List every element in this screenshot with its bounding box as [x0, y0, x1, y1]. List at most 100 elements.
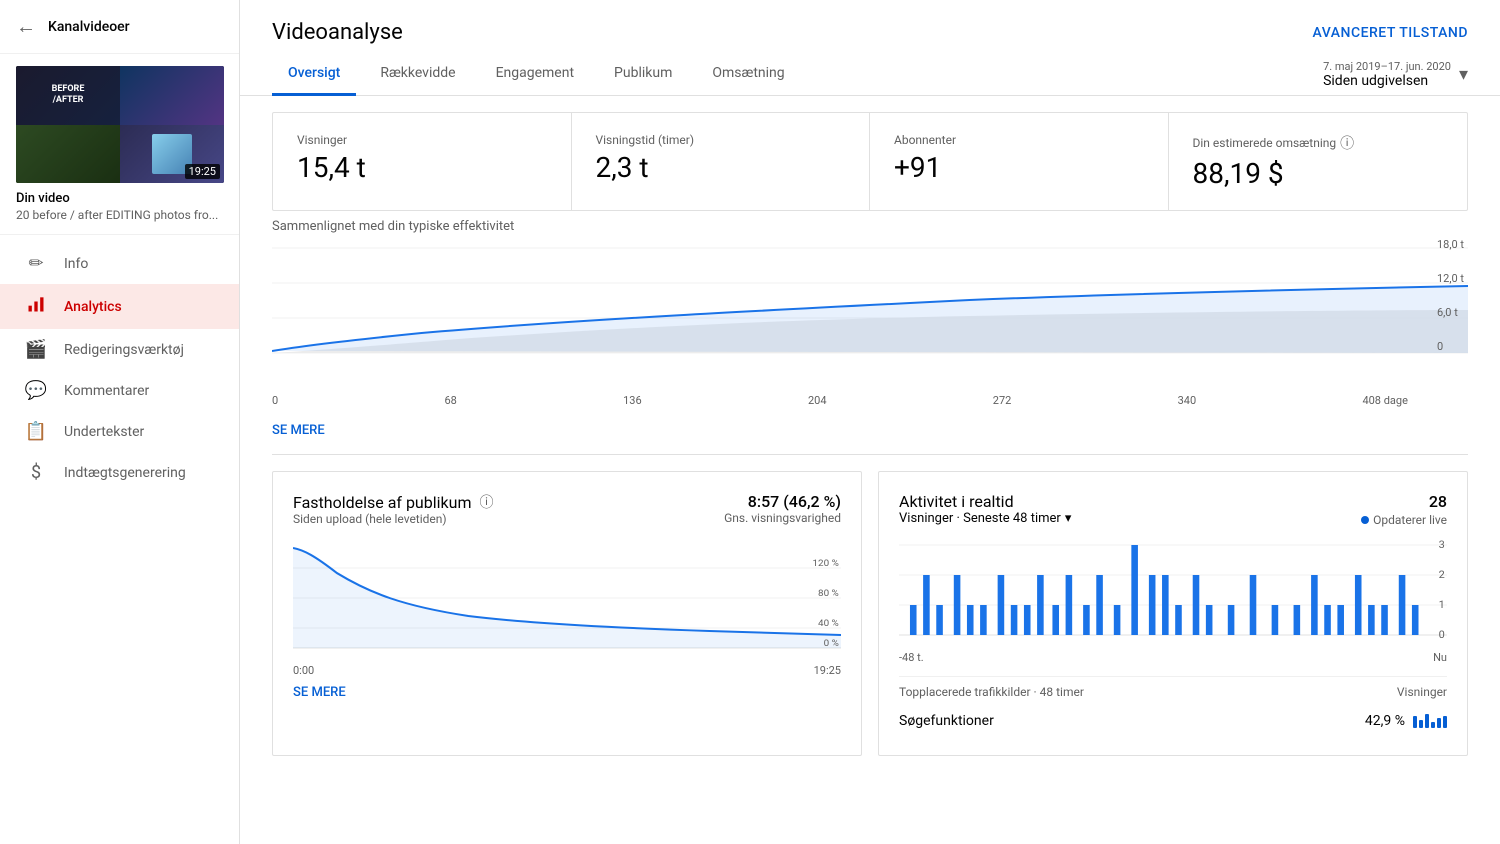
sidebar-label-subtitles: Undertekster — [64, 424, 144, 440]
svg-text:0: 0 — [1439, 628, 1445, 640]
date-range-range: 7. maj 2019–17. jun. 2020 — [1323, 60, 1451, 73]
sidebar-item-analytics[interactable]: Analytics — [0, 284, 239, 329]
advanced-mode-button[interactable]: AVANCERET TILSTAND — [1312, 25, 1468, 41]
section-divider — [272, 454, 1468, 455]
bottom-panels: Fastholdelse af publikum ⓘ Siden upload … — [272, 471, 1468, 756]
x-label-4: 272 — [993, 394, 1012, 407]
see-more-link[interactable]: SE MERE — [240, 419, 1500, 454]
live-indicator-dot — [1361, 516, 1369, 524]
sidebar-header: ← Kanalvideoer — [0, 0, 239, 54]
realtime-subheader: Visninger · Seneste 48 timer ▾ — [899, 511, 1071, 526]
subtitles-icon: 📋 — [24, 421, 48, 442]
sidebar-title: Kanalvideoer — [48, 19, 130, 35]
realtime-stat: 28 — [1361, 492, 1447, 511]
sidebar-item-editor[interactable]: 🎬 Redigeringsværktøj — [0, 329, 239, 370]
x-label-3: 204 — [808, 394, 827, 407]
date-range-selector[interactable]: 7. maj 2019–17. jun. 2020 Siden udgivels… — [1323, 60, 1468, 89]
traffic-header: Topplacerede trafikkilder · 48 timer Vis… — [899, 685, 1447, 699]
comments-icon: 💬 — [24, 380, 48, 401]
sidebar-item-monetization[interactable]: $ Indtægtsgenerering — [0, 452, 239, 493]
tab-omsaetning[interactable]: Omsætning — [696, 53, 800, 96]
svg-text:80 %: 80 % — [818, 588, 839, 598]
audience-panel-title: Fastholdelse af publikum ⓘ — [293, 492, 493, 512]
page-title: Videoanalyse — [272, 20, 403, 45]
main-chart-container: 18,0 t 12,0 t 6,0 t 0 0 68 136 204 272 3… — [240, 238, 1500, 419]
svg-text:120 %: 120 % — [813, 558, 839, 568]
date-range-label: Siden udgivelsen — [1323, 73, 1451, 89]
video-thumbnail-container: BEFORE/AFTER 19:25 Din video 20 before /… — [0, 54, 239, 235]
sidebar-label-editor: Redigeringsværktøj — [64, 342, 184, 358]
stat-label-visningstid: Visningstid (timer) — [596, 133, 846, 147]
live-label: Opdaterer live — [1373, 513, 1447, 527]
sidebar: ← Kanalvideoer BEFORE/AFTER 19:25 Din vi… — [0, 0, 240, 844]
audience-panel-stat: 8:57 (46,2 %) — [724, 492, 841, 511]
video-thumbnail[interactable]: BEFORE/AFTER 19:25 — [16, 66, 224, 183]
traffic-section: Topplacerede trafikkilder · 48 timer Vis… — [899, 676, 1447, 735]
video-duration: 19:25 — [185, 164, 220, 179]
svg-text:2: 2 — [1439, 568, 1445, 580]
sidebar-label-analytics: Analytics — [64, 299, 122, 315]
sidebar-label-comments: Kommentarer — [64, 383, 149, 399]
y-axis-labels: 18,0 t 12,0 t 6,0 t 0 — [1437, 238, 1464, 353]
sidebar-label-monetization: Indtægtsgenerering — [64, 465, 186, 481]
audience-retention-panel: Fastholdelse af publikum ⓘ Siden upload … — [272, 471, 862, 756]
stat-label-abonnenter: Abonnenter — [894, 133, 1144, 147]
traffic-source-name: Søgefunktioner — [899, 713, 994, 729]
sidebar-item-info[interactable]: ✏ Info — [0, 243, 239, 284]
stats-row: Visninger 15,4 t Visningstid (timer) 2,3… — [272, 112, 1468, 211]
editor-icon: 🎬 — [24, 339, 48, 360]
back-icon[interactable]: ← — [16, 14, 36, 39]
x-label-6: 408 dage — [1362, 394, 1407, 407]
traffic-value-container: 42,9 % — [1365, 713, 1447, 729]
traffic-mini-bars — [1413, 714, 1447, 728]
thumb-cell-2 — [120, 66, 224, 125]
stat-value-omsaetning: 88,19 $ — [1193, 157, 1444, 190]
main-header: Videoanalyse AVANCERET TILSTAND — [240, 0, 1500, 45]
tab-raekkevidde[interactable]: Rækkevidde — [364, 53, 471, 96]
audience-x-axis: 0:00 19:25 — [293, 664, 841, 677]
sidebar-navigation: ✏ Info Analytics 🎬 Redigeringsværktøj 💬 … — [0, 235, 239, 501]
x-label-1: 68 — [444, 394, 456, 407]
stat-cell-visningstid: Visningstid (timer) 2,3 t — [572, 113, 871, 210]
y-label-2: 12,0 t — [1437, 272, 1464, 285]
audience-panel-header: Fastholdelse af publikum ⓘ Siden upload … — [293, 492, 841, 526]
main-content: Videoanalyse AVANCERET TILSTAND Oversigt… — [240, 0, 1500, 844]
realtime-panel: Aktivitet i realtid Visninger · Seneste … — [878, 471, 1468, 756]
x-axis-labels: 0 68 136 204 272 340 408 dage — [272, 394, 1468, 407]
y-label-1: 18,0 t — [1437, 238, 1464, 251]
audience-x-end: 19:25 — [814, 664, 841, 677]
audience-see-more[interactable]: SE MERE — [293, 677, 841, 700]
y-label-4: 0 — [1437, 340, 1464, 353]
tab-engagement[interactable]: Engagement — [480, 53, 590, 96]
traffic-source-value: 42,9 % — [1365, 713, 1405, 729]
traffic-row: Søgefunktioner 42,9 % — [899, 707, 1447, 735]
info-icon[interactable]: ⓘ — [1340, 133, 1354, 153]
thumb-cell-1: BEFORE/AFTER — [16, 66, 120, 125]
stat-cell-omsaetning: Din estimerede omsætning ⓘ 88,19 $ — [1169, 113, 1468, 210]
y-label-3: 6,0 t — [1437, 306, 1464, 319]
audience-info-icon[interactable]: ⓘ — [479, 492, 493, 512]
realtime-dropdown[interactable]: Visninger · Seneste 48 timer ▾ — [899, 511, 1071, 526]
realtime-x-labels: -48 t. Nu — [899, 651, 1447, 664]
tab-oversigt[interactable]: Oversigt — [272, 53, 356, 96]
dropdown-chevron-icon: ▾ — [1065, 511, 1072, 526]
realtime-panel-title: Aktivitet i realtid — [899, 492, 1071, 511]
stat-value-abonnenter: +91 — [894, 151, 1144, 184]
thumb-cell-3 — [16, 125, 120, 184]
edit-icon: ✏ — [24, 253, 48, 274]
sidebar-item-comments[interactable]: 💬 Kommentarer — [0, 370, 239, 411]
svg-text:3: 3 — [1439, 538, 1445, 550]
stat-label-omsaetning: Din estimerede omsætning ⓘ — [1193, 133, 1444, 153]
realtime-panel-header: Aktivitet i realtid Visninger · Seneste … — [899, 492, 1447, 527]
stat-label-visninger: Visninger — [297, 133, 547, 147]
traffic-header-right: Visninger — [1397, 685, 1447, 699]
monetization-icon: $ — [24, 462, 48, 483]
realtime-x-start: -48 t. — [899, 651, 924, 664]
tab-publikum[interactable]: Publikum — [598, 53, 688, 96]
video-subtitle: 20 before / after EDITING photos fro... — [16, 208, 223, 222]
stat-value-visningstid: 2,3 t — [596, 151, 846, 184]
sidebar-item-subtitles[interactable]: 📋 Undertekster — [0, 411, 239, 452]
audience-panel-subtitle: Siden upload (hele levetiden) — [293, 512, 493, 526]
x-label-5: 340 — [1178, 394, 1197, 407]
main-chart — [272, 238, 1468, 388]
